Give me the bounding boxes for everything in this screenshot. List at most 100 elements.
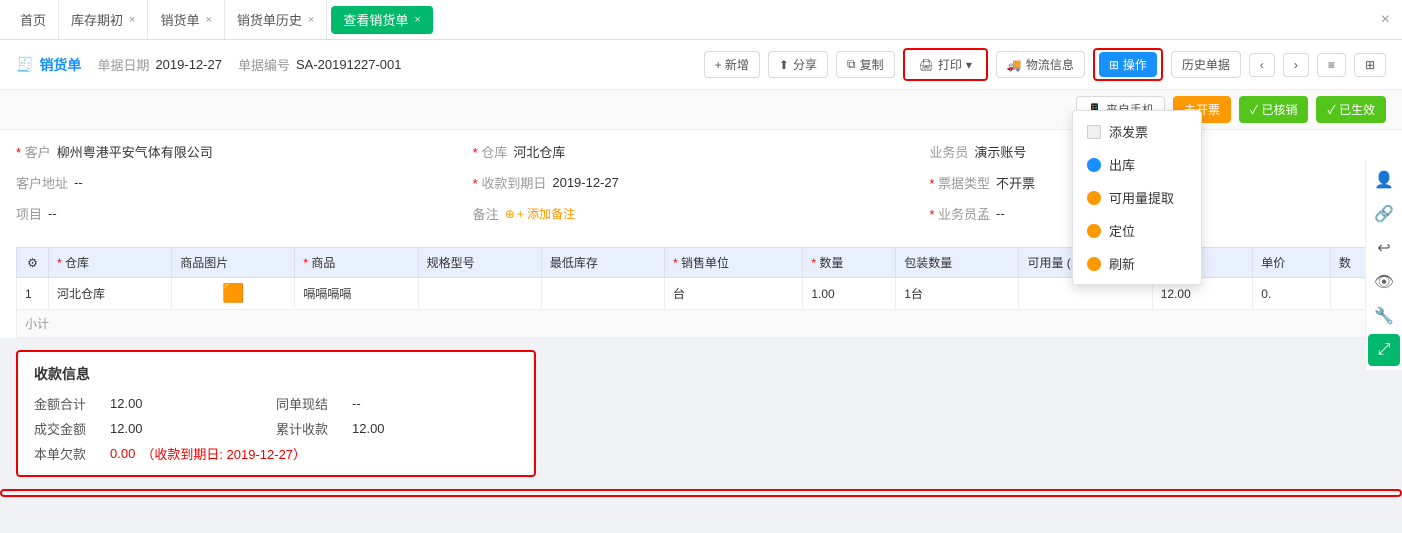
due-label: 本单欠款 [34, 444, 104, 463]
customer-label: 客户 [16, 142, 51, 161]
total-amount-row: 金额合计 12.00 [34, 394, 276, 413]
refresh-icon [1087, 257, 1101, 271]
new-button[interactable]: + 新增 [704, 51, 760, 78]
print-icon: 🖨 [919, 58, 934, 72]
note-field: 备注 ⊕ + 添加备注 [473, 204, 930, 223]
copy-label: 复制 [860, 56, 884, 73]
doc-actions: + 新增 ⬆ 分享 ⧉ 复制 🖨 打印 ▾ 🚚 物流信息 [704, 48, 1386, 81]
operations-button[interactable]: ⊞ 操作 [1099, 52, 1157, 77]
share-button[interactable]: ⬆ 分享 [768, 51, 828, 78]
tab-sales-history[interactable]: 销货单历史 × [225, 0, 327, 39]
warehouse-field: 仓库 河北仓库 [473, 142, 930, 161]
dropdown-item-locate[interactable]: 定位 [1073, 214, 1201, 247]
note-add-button[interactable]: ⊕ + 添加备注 [505, 205, 575, 222]
due-date-field: 收款到期日 2019-12-27 [473, 173, 930, 192]
row-pkg-qty: 1台 [896, 278, 1019, 310]
doc-number-value: SA-20191227-001 [296, 57, 402, 72]
dropdown-item-outbound[interactable]: 出库 [1073, 148, 1201, 181]
note-add-label: + 添加备注 [517, 205, 575, 222]
sidebar-tool-icon[interactable]: 🔧 [1368, 300, 1400, 332]
share-icon: ⬆ [779, 58, 789, 72]
dropdown-invoice-label: 添发票 [1109, 122, 1148, 141]
sidebar-eye-icon[interactable]: 👁 [1368, 266, 1400, 298]
row-unit: 台 [665, 278, 803, 310]
doc-date-value: 2019-12-27 [155, 57, 222, 72]
row-qty: 1.00 [803, 278, 896, 310]
tab-view-sales[interactable]: 查看销货单 × [331, 6, 433, 34]
same-order-value: -- [352, 396, 361, 411]
next-button[interactable]: › [1283, 53, 1309, 77]
confirm-button[interactable]: ✓ 已核销 [1239, 96, 1309, 123]
print-button[interactable]: 🖨 打印 ▾ [909, 52, 982, 77]
salesman-value: -- [996, 206, 1005, 221]
tab-sales-label: 销货单 [160, 10, 199, 29]
prev-button[interactable]: ‹ [1249, 53, 1275, 77]
customer-value: 柳州粤港平安气体有限公司 [57, 142, 213, 161]
tab-view-sales-close[interactable]: × [414, 14, 420, 26]
due-date-value: 2019-12-27 [552, 175, 619, 190]
customer-field: 客户 柳州粤港平安气体有限公司 [16, 142, 473, 161]
payment-info-box: 收款信息 金额合计 12.00 同单现结 -- 成交金额 12.00 累计收款 … [16, 350, 536, 477]
col-gear: ⚙ [17, 248, 49, 278]
operations-highlight-box: ⊞ 操作 [1093, 48, 1163, 81]
total-amount-value: 12.00 [110, 396, 143, 411]
dropdown-item-refresh[interactable]: 刷新 [1073, 247, 1201, 280]
history-label: 历史单据 [1182, 56, 1230, 73]
col-price: 单价 [1253, 248, 1331, 278]
doc-header: 🧾 销货单 单据日期 2019-12-27 单据编号 SA-20191227-0… [0, 40, 1402, 90]
tab-sales-close[interactable]: × [205, 14, 211, 26]
subtotal-label: 小计 [17, 310, 1386, 338]
view2-button[interactable]: ⊞ [1354, 53, 1386, 77]
logistics-label: 物流信息 [1026, 56, 1074, 73]
tab-view-sales-label: 查看销货单 [343, 10, 408, 29]
note-add-plus: ⊕ [505, 207, 515, 221]
dropdown-item-avail[interactable]: 可用量提取 [1073, 181, 1201, 214]
col-qty: * 数量 [803, 248, 896, 278]
same-order-row: 同单现结 -- [276, 394, 518, 413]
history-button[interactable]: 历史单据 [1171, 51, 1241, 78]
accumulated-value: 12.00 [352, 421, 385, 436]
transaction-value: 12.00 [110, 421, 143, 436]
tab-sales-history-close[interactable]: × [308, 14, 314, 26]
tab-inventory-label: 库存期初 [71, 10, 123, 29]
row-warehouse: 河北仓库 [49, 278, 172, 310]
copy-button[interactable]: ⧉ 复制 [836, 51, 895, 78]
col-spec: 规格型号 [418, 248, 541, 278]
view1-button[interactable]: ≡ [1317, 53, 1346, 77]
payment-info-grid: 金额合计 12.00 同单现结 -- 成交金额 12.00 累计收款 12.00… [34, 394, 518, 463]
row-product: 嗝嗝嗝嗝 [295, 278, 418, 310]
tab-sales-history-label: 销货单历史 [237, 10, 302, 29]
sidebar-link-icon[interactable]: 🔗 [1368, 198, 1400, 230]
doc-date-meta: 单据日期 2019-12-27 [97, 55, 222, 74]
sidebar-undo-icon[interactable]: ↩ [1368, 232, 1400, 264]
dropdown-item-invoice[interactable]: 添发票 [1073, 115, 1201, 148]
sidebar-user-icon[interactable]: 👤 [1368, 164, 1400, 196]
row-no: 1 [17, 278, 49, 310]
sidebar-expand-icon[interactable]: ⤢ [1368, 334, 1400, 366]
tab-home[interactable]: 首页 [8, 0, 59, 39]
effective-label: ✓ 已生效 [1327, 101, 1375, 118]
project-value: -- [48, 206, 57, 221]
confirm-label: ✓ 已核销 [1250, 101, 1298, 118]
logistics-button[interactable]: 🚚 物流信息 [996, 51, 1085, 78]
close-all-tabs[interactable]: × [1381, 11, 1390, 29]
accumulated-row: 累计收款 12.00 [276, 419, 518, 438]
doc-number-meta: 单据编号 SA-20191227-001 [238, 55, 402, 74]
print-dropdown-icon: ▾ [966, 58, 972, 72]
row-spec [418, 278, 541, 310]
project-field: 项目 -- [16, 204, 473, 223]
print-highlight-box: 🖨 打印 ▾ [903, 48, 988, 81]
salesman-label: 业务员孟 [929, 204, 990, 223]
tab-sales[interactable]: 销货单 × [148, 0, 224, 39]
due-value: 0.00 [110, 446, 135, 461]
row-img: 🟧 [172, 278, 295, 310]
transaction-row: 成交金额 12.00 [34, 419, 276, 438]
payment-info-title: 收款信息 [34, 364, 518, 384]
operations-label: 操作 [1123, 56, 1147, 73]
ticket-type-label: 票据类型 [929, 173, 990, 192]
tab-inventory-close[interactable]: × [129, 14, 135, 26]
same-order-label: 同单现结 [276, 394, 346, 413]
tab-inventory[interactable]: 库存期初 × [59, 0, 148, 39]
effective-button[interactable]: ✓ 已生效 [1316, 96, 1386, 123]
col-warehouse: * 仓库 [49, 248, 172, 278]
